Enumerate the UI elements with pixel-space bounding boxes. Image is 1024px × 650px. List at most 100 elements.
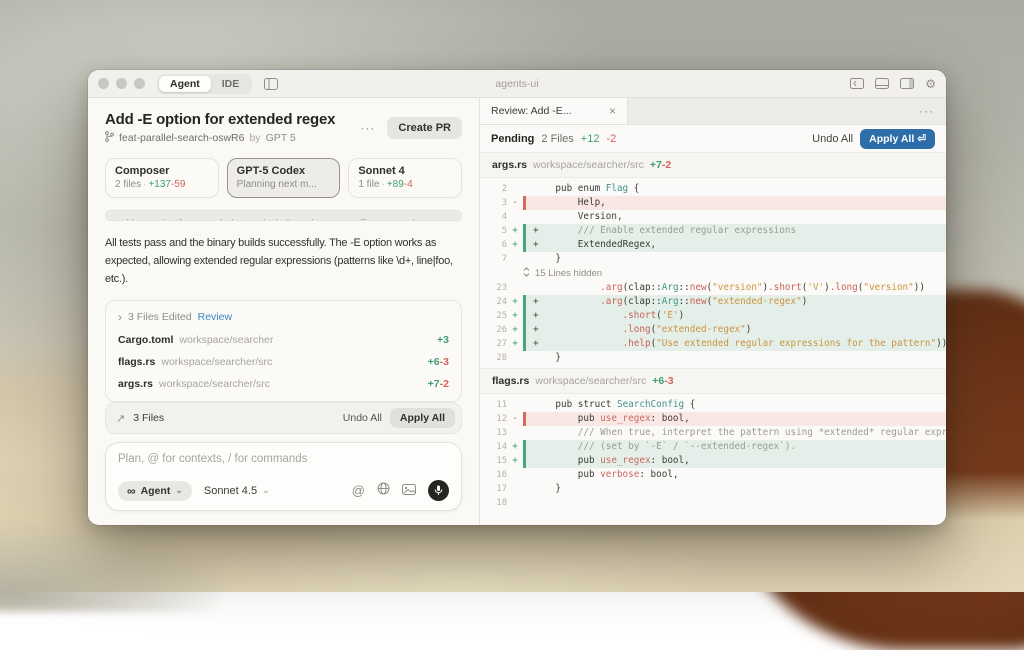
line-number: 7 xyxy=(480,252,507,266)
titlebar: Agent IDE agents-ui ⚙ xyxy=(88,70,946,98)
change-bar xyxy=(523,496,526,510)
edited-file-row[interactable]: Cargo.toml workspace/searcher +3 xyxy=(118,334,449,346)
branch-name: feat-parallel-search-oswR6 xyxy=(119,132,244,144)
tab-ide[interactable]: IDE xyxy=(211,76,251,92)
infinity-icon: ∞ xyxy=(127,484,136,498)
apply-all-button[interactable]: Apply All ⏎ xyxy=(860,129,935,149)
composer-placeholder: Plan, @ for contexts, / for commands xyxy=(118,453,449,465)
settings-gear-icon[interactable]: ⚙ xyxy=(925,77,936,91)
code-text: + .short('E') xyxy=(533,309,946,323)
code-text: pub enum Flag { xyxy=(533,182,946,196)
code-text: pub struct SearchConfig { xyxy=(533,398,946,412)
tabbar-menu-button[interactable]: ··· xyxy=(907,104,946,118)
gutter-marker xyxy=(507,468,523,482)
diff-code-block: 2 pub enum Flag {3- Help,4 Version,5++ /… xyxy=(480,178,946,368)
arrow-up-right-icon: ↗ xyxy=(116,412,125,425)
create-pr-button[interactable]: Create PR xyxy=(387,117,462,139)
files-edited-header[interactable]: › 3 Files Edited Review xyxy=(118,310,449,324)
additions-count: +7 xyxy=(650,159,662,171)
line-number: 25 xyxy=(480,309,507,323)
review-tab[interactable]: Review: Add -E... × xyxy=(480,98,628,124)
gutter-marker: + xyxy=(507,454,523,468)
review-tabbar: Review: Add -E... × ··· xyxy=(480,98,946,125)
code-text: } xyxy=(533,351,946,365)
code-line-body: } xyxy=(523,482,946,496)
code-text: Version, xyxy=(533,210,946,224)
edited-file-row[interactable]: args.rs workspace/searcher/src +7-2 xyxy=(118,378,449,390)
code-text: pub use_regex: bool, xyxy=(533,412,946,426)
tab-agent[interactable]: Agent xyxy=(159,76,211,92)
code-text: + .help("Use extended regular expression… xyxy=(533,337,946,351)
undo-all-button[interactable]: Undo All xyxy=(812,133,853,145)
code-text: + .arg(clap::Arg::new("extended-regex") xyxy=(533,295,946,309)
model-selector[interactable]: Sonnet 4.5 ⌄ xyxy=(204,485,270,497)
code-line: 2 pub enum Flag { xyxy=(480,182,946,196)
pending-file-count: 2 Files xyxy=(541,133,573,145)
agent-card-name: GPT-5 Codex xyxy=(237,165,331,177)
diff-badges: +6-3 xyxy=(428,356,449,368)
code-line-body: .arg(clap::Arg::new("version").short('V'… xyxy=(523,281,946,295)
chevron-right-icon: › xyxy=(118,310,122,324)
image-attach-icon[interactable] xyxy=(402,482,416,500)
task-menu-button[interactable]: ··· xyxy=(360,121,375,135)
review-link[interactable]: Review xyxy=(198,311,232,323)
edited-file-row[interactable]: flags.rs workspace/searcher/src +6-3 xyxy=(118,356,449,368)
gutter-marker xyxy=(507,210,523,224)
agent-card-sonnet4[interactable]: Sonnet 4 1 file·+89-4 xyxy=(348,158,462,198)
zoom-window-button[interactable] xyxy=(134,78,145,89)
minimize-window-button[interactable] xyxy=(116,78,127,89)
pending-files-label: 3 Files xyxy=(133,412,164,424)
code-line: 3- Help, xyxy=(480,196,946,210)
web-globe-icon[interactable] xyxy=(377,482,390,500)
panel-left-icon[interactable] xyxy=(850,78,864,89)
close-window-button[interactable] xyxy=(98,78,109,89)
line-number: 12 xyxy=(480,412,507,426)
agent-card-gpt5-codex[interactable]: GPT-5 Codex Planning next m... xyxy=(227,158,341,198)
line-number: 6 xyxy=(480,238,507,252)
agent-card-composer[interactable]: Composer 2 files·+137-59 xyxy=(105,158,219,198)
diff-badges: +3 xyxy=(437,334,449,346)
change-bar xyxy=(523,182,526,196)
code-line-body: pub verbose: bool, xyxy=(523,468,946,482)
apply-all-button[interactable]: Apply All xyxy=(390,408,455,428)
code-line-body: /// (set by `-E` / `--extended-regex`). xyxy=(523,440,946,454)
code-line: 7 } xyxy=(480,252,946,266)
diff-badges: +7-2 xyxy=(650,159,671,171)
diff-badges: +7-2 xyxy=(428,378,449,390)
agent-mode-selector[interactable]: ∞ Agent ⌄ xyxy=(118,481,192,501)
hidden-lines-row[interactable]: 15 Lines hidden xyxy=(480,266,946,281)
code-line-body: } xyxy=(523,252,946,266)
code-line: 18 xyxy=(480,496,946,510)
sidebar-toggle-icon[interactable] xyxy=(264,78,278,90)
gutter-marker xyxy=(507,281,523,295)
code-line-body: pub enum Flag { xyxy=(523,182,946,196)
code-line: 17 } xyxy=(480,482,946,496)
change-bar xyxy=(523,224,526,238)
panel-right-icon[interactable] xyxy=(900,78,914,89)
change-bar xyxy=(523,323,526,337)
mention-icon[interactable]: @ xyxy=(352,483,365,498)
file-path: workspace/searcher xyxy=(179,334,273,346)
task-prompt[interactable]: Add -E option for extended regex include… xyxy=(106,211,461,221)
git-branch-icon xyxy=(105,131,114,145)
files-edited-label: 3 Files Edited xyxy=(128,311,192,323)
close-icon[interactable]: × xyxy=(609,104,616,118)
line-number: 24 xyxy=(480,295,507,309)
chevron-down-icon: ⌄ xyxy=(175,485,183,496)
gutter-marker xyxy=(507,482,523,496)
undo-all-button[interactable]: Undo All xyxy=(343,412,382,424)
agent-card-name: Composer xyxy=(115,165,209,177)
gutter-marker xyxy=(507,182,523,196)
agent-card-meta: 1 file·+89-4 xyxy=(358,179,452,190)
line-number: 5 xyxy=(480,224,507,238)
code-text: /// When true, interpret the pattern usi… xyxy=(533,426,946,440)
gutter-marker: + xyxy=(507,323,523,337)
code-text: } xyxy=(533,252,946,266)
gutter-marker: - xyxy=(507,196,523,210)
code-line: 12- pub use_regex: bool, xyxy=(480,412,946,426)
diff-file-header[interactable]: args.rsworkspace/searcher/src+7-2 xyxy=(480,153,946,178)
microphone-button[interactable] xyxy=(428,480,449,501)
composer-input-box[interactable]: Plan, @ for contexts, / for commands ∞ A… xyxy=(105,442,462,511)
diff-file-header[interactable]: flags.rsworkspace/searcher/src+6-3 xyxy=(480,368,946,394)
panel-bottom-icon[interactable] xyxy=(875,78,889,89)
